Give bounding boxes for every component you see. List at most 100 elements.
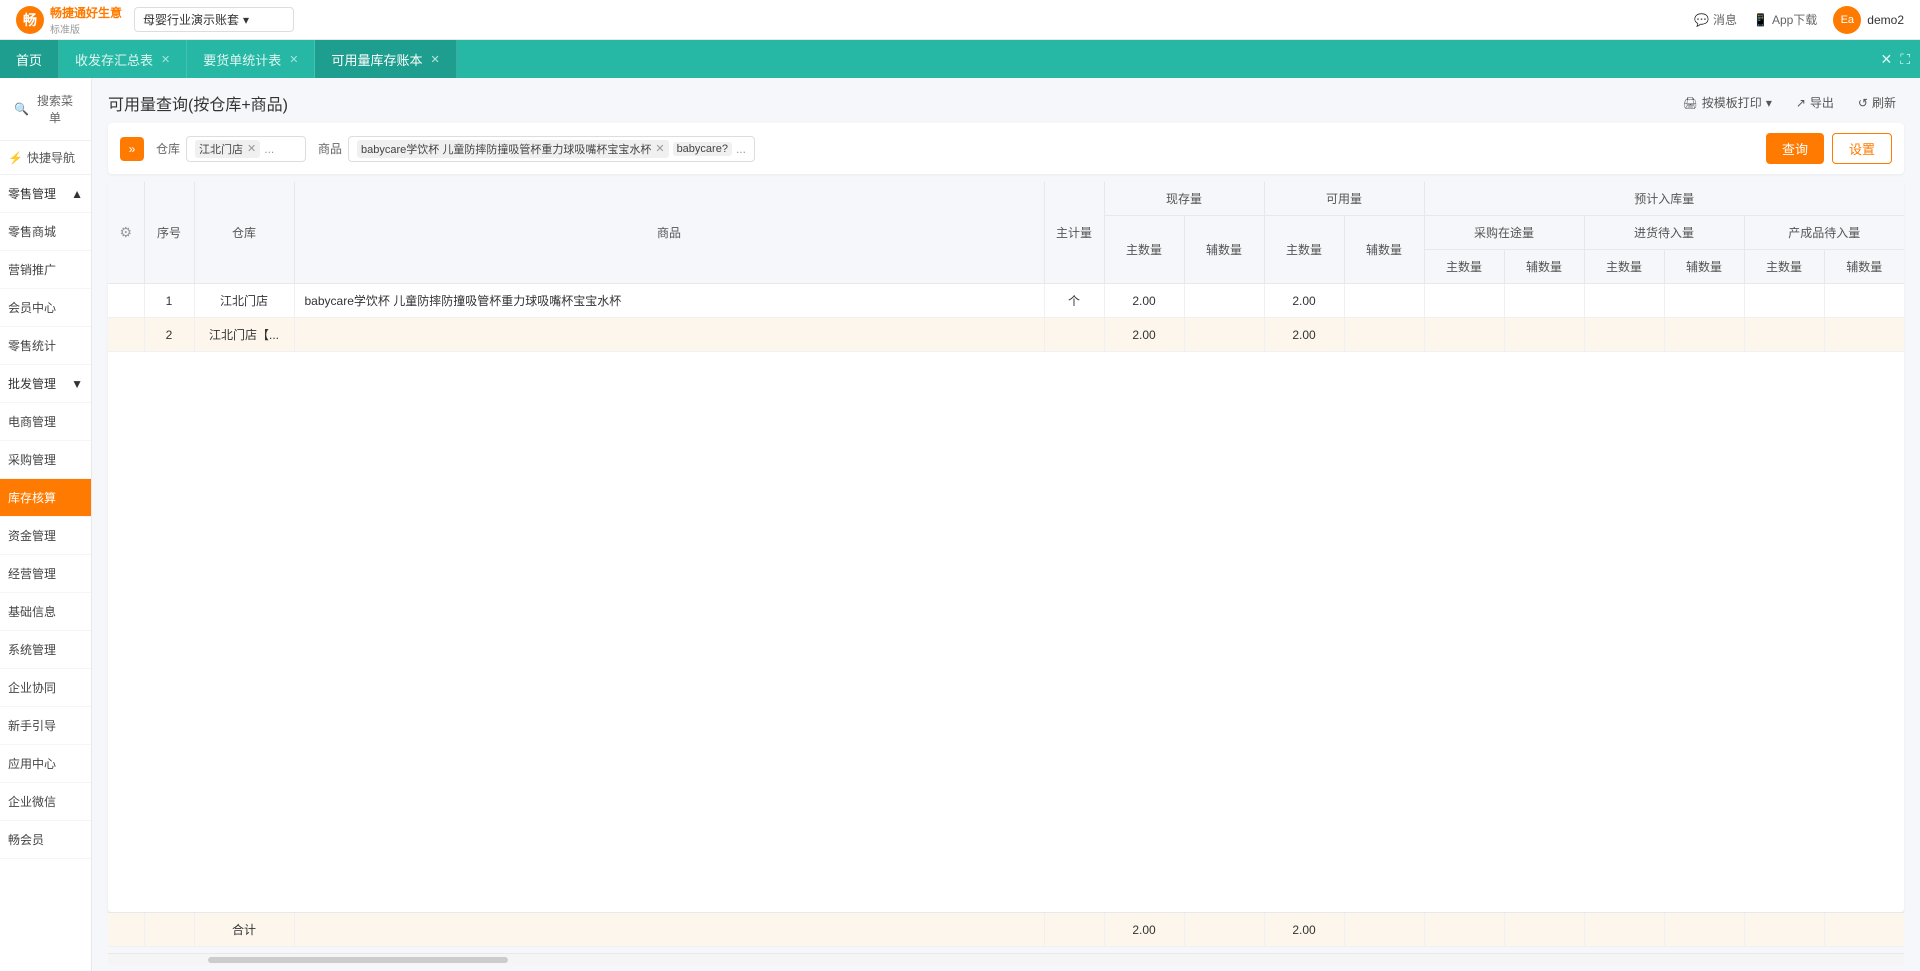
sidebar-item-new-guide[interactable]: 新手引导 (0, 707, 91, 745)
message-button[interactable]: 💬 消息 (1694, 11, 1737, 28)
sidebar: 🔍 搜索菜单 ⚡ 快捷导航 零售管理 ▲ 零售商城 营销推广 会员中心 零售统计… (0, 78, 92, 971)
app-download-button[interactable]: 📱 App下载 (1753, 11, 1817, 28)
sidebar-item-ops-mgmt[interactable]: 经营管理 (0, 555, 91, 593)
page-title: 可用量查询(按仓库+商品) (108, 91, 288, 115)
sidebar-item-retail-stats[interactable]: 零售统计 (0, 327, 91, 365)
query-button[interactable]: 查询 (1766, 133, 1824, 164)
sidebar-item-inventory[interactable]: 库存核算 (0, 479, 91, 517)
row-in-main (1584, 284, 1664, 318)
income-summary-label: 收发存汇总表 (75, 50, 153, 69)
table-container[interactable]: ⚙ 序号 仓库 商品 主计量 现存量 可用量 预计入库量 主数量 辅数量 主数量 (108, 182, 1904, 912)
row-unit (1044, 318, 1104, 352)
row-current-main: 2.00 (1104, 284, 1184, 318)
app-icon: 📱 (1753, 13, 1768, 27)
close-income-summary-icon[interactable]: ✕ (161, 53, 170, 66)
refresh-button[interactable]: ↺ 刷新 (1850, 90, 1904, 115)
row-current-main: 2.00 (1104, 318, 1184, 352)
th-finished-group: 产成品待入量 (1744, 216, 1904, 250)
product-ellipsis[interactable]: ... (736, 142, 746, 156)
th-available-aux: 辅数量 (1344, 216, 1424, 284)
row-setting (108, 284, 144, 318)
warehouse-filter-tags[interactable]: 江北门店 ✕ ... (186, 136, 306, 162)
warehouse-filter-group: 仓库 江北门店 ✕ ... (156, 136, 306, 162)
print-icon: 🖨 (1683, 96, 1698, 110)
nav-tabs: 首页 收发存汇总表 ✕ 要货单统计表 ✕ 可用量库存账本 ✕ ✕ ⛶ (0, 40, 1920, 78)
footer-seq-cell (144, 913, 194, 947)
tab-order-stats[interactable]: 要货单统计表 ✕ (187, 40, 315, 78)
sidebar-item-finance[interactable]: 资金管理 (0, 517, 91, 555)
settings-button[interactable]: 设置 (1832, 133, 1892, 164)
filter-bar: » 仓库 江北门店 ✕ ... 商品 babycare学饮杯 儿童防摔防撞吸管杯… (108, 123, 1904, 174)
search-menu-button[interactable]: 🔍 搜索菜单 (8, 88, 83, 130)
th-incoming-aux: 辅数量 (1664, 250, 1744, 284)
remove-product-tag-icon[interactable]: ✕ (655, 142, 664, 155)
row-setting (108, 318, 144, 352)
row-available-main: 2.00 (1264, 284, 1344, 318)
filter-expand-button[interactable]: » (120, 137, 144, 161)
row-in-main (1584, 318, 1664, 352)
logo-area: 畅 畅捷通好生意 标准版 (16, 4, 122, 36)
tenant-select[interactable]: 母婴行业演示账套 ▾ (134, 7, 294, 32)
close-all-icon[interactable]: ✕ (1880, 51, 1892, 68)
arrow-icon: ▲ (71, 187, 83, 201)
row-in-aux (1664, 318, 1744, 352)
template-print-button[interactable]: 🖨 按模板打印 ▾ (1675, 90, 1780, 115)
logo-icon: 畅 (16, 6, 44, 34)
sidebar-item-vip-member[interactable]: 畅会员 (0, 821, 91, 859)
sidebar-item-marketing[interactable]: 营销推广 (0, 251, 91, 289)
th-product: 商品 (294, 182, 1044, 284)
product-tag-babycare: babycare学饮杯 儿童防摔防撞吸管杯重力球吸嘴杯宝宝水杯 ✕ (357, 140, 669, 158)
nav-tabs-right: ✕ ⛶ (1870, 40, 1920, 78)
footer-unit-cell (1044, 913, 1104, 947)
home-tab-label: 首页 (16, 50, 42, 69)
username-label: demo2 (1867, 13, 1904, 27)
th-current-aux: 辅数量 (1184, 216, 1264, 284)
th-current-stock-group: 现存量 (1104, 182, 1264, 216)
warehouse-ellipsis[interactable]: ... (264, 142, 274, 156)
scrollbar-thumb[interactable] (208, 957, 508, 963)
footer-label-cell: 合计 (194, 913, 294, 947)
tab-income-summary[interactable]: 收发存汇总表 ✕ (59, 40, 187, 78)
tab-home[interactable]: 首页 (0, 40, 59, 78)
quick-nav-button[interactable]: ⚡ 快捷导航 (0, 141, 91, 175)
sidebar-item-purchase[interactable]: 采购管理 (0, 441, 91, 479)
th-unit: 主计量 (1044, 182, 1104, 284)
export-icon: ↗ (1796, 96, 1806, 110)
footer-po-main-cell (1424, 913, 1504, 947)
page-header: 可用量查询(按仓库+商品) 🖨 按模板打印 ▾ ↗ 导出 ↺ 刷新 (92, 78, 1920, 123)
row-product: babycare学饮杯 儿童防摔防撞吸管杯重力球吸嘴杯宝宝水杯 (294, 284, 1044, 318)
th-finished-main: 主数量 (1744, 250, 1824, 284)
user-area: Ea demo2 (1833, 6, 1904, 34)
sidebar-item-enterprise-wechat[interactable]: 企业微信 (0, 783, 91, 821)
sidebar-item-retail-mall[interactable]: 零售商城 (0, 213, 91, 251)
product-filter-tags[interactable]: babycare学饮杯 儿童防摔防撞吸管杯重力球吸嘴杯宝宝水杯 ✕ babyca… (348, 136, 755, 162)
row-po-aux (1504, 284, 1584, 318)
warehouse-tag-jiangbei: 江北门店 ✕ (195, 140, 260, 158)
sidebar-item-ecommerce[interactable]: 电商管理 (0, 403, 91, 441)
footer-product-cell (294, 913, 1044, 947)
remove-warehouse-tag-icon[interactable]: ✕ (247, 142, 256, 155)
tab-available-stock[interactable]: 可用量库存账本 ✕ (315, 40, 456, 78)
sidebar-item-basic-info[interactable]: 基础信息 (0, 593, 91, 631)
sidebar-item-sys-mgmt[interactable]: 系统管理 (0, 631, 91, 669)
gear-icon[interactable]: ⚙ (119, 224, 132, 240)
row-fg-aux (1824, 318, 1904, 352)
horizontal-scrollbar[interactable] (108, 953, 1904, 965)
export-button[interactable]: ↗ 导出 (1788, 90, 1842, 115)
footer-setting-cell (108, 913, 144, 947)
warehouse-filter-label: 仓库 (156, 140, 180, 157)
page-actions: 🖨 按模板打印 ▾ ↗ 导出 ↺ 刷新 (1675, 90, 1904, 115)
sidebar-item-retail-mgmt[interactable]: 零售管理 ▲ (0, 175, 91, 213)
th-available-group: 可用量 (1264, 182, 1424, 216)
sidebar-item-enterprise[interactable]: 企业协同 (0, 669, 91, 707)
order-stats-label: 要货单统计表 (203, 50, 281, 69)
close-order-stats-icon[interactable]: ✕ (289, 53, 298, 66)
close-available-stock-icon[interactable]: ✕ (431, 53, 440, 66)
th-setting[interactable]: ⚙ (108, 182, 144, 284)
row-available-aux (1344, 318, 1424, 352)
fullscreen-icon[interactable]: ⛶ (1900, 51, 1910, 68)
chevron-down-icon: ▾ (243, 13, 249, 27)
sidebar-item-member-center[interactable]: 会员中心 (0, 289, 91, 327)
sidebar-item-wholesale-mgmt[interactable]: 批发管理 ▼ (0, 365, 91, 403)
sidebar-item-app-center[interactable]: 应用中心 (0, 745, 91, 783)
